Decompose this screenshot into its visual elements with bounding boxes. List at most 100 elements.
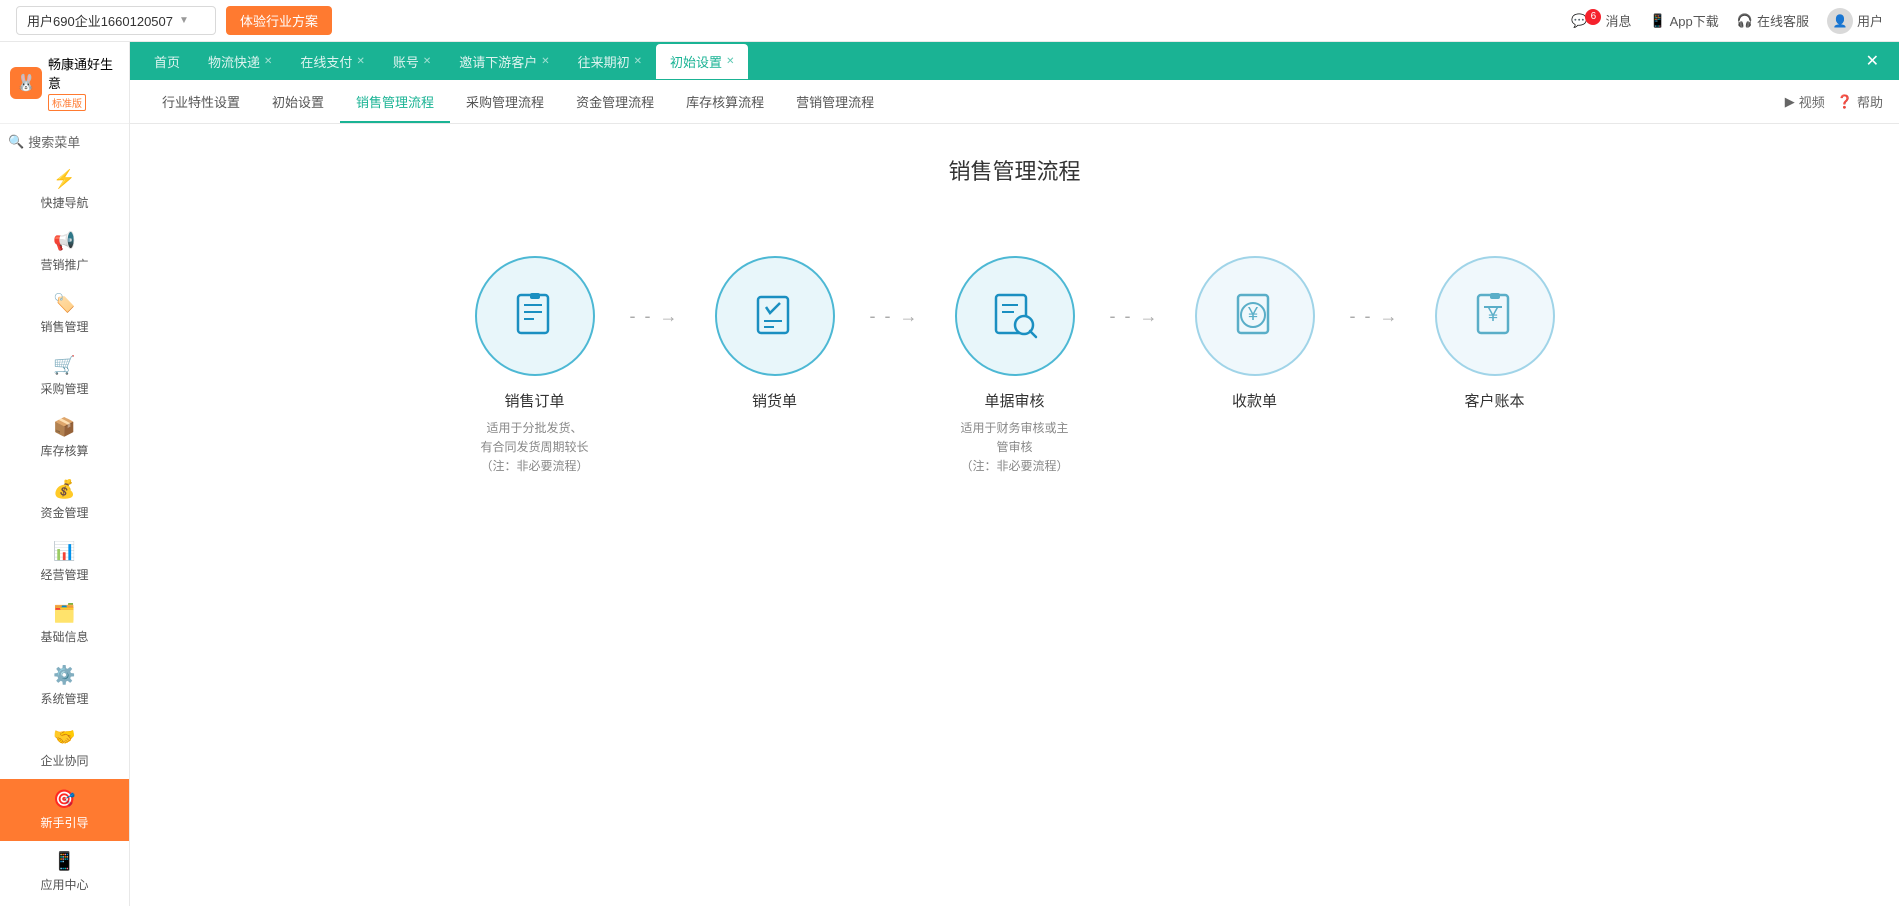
- nav-tab-period[interactable]: 往来期初 ✕: [564, 44, 656, 79]
- flow-circle-receipt: ¥: [1195, 256, 1315, 376]
- sidebar-item-icon-inventory: 📦: [53, 417, 75, 438]
- nav-tab-home[interactable]: 首页: [140, 44, 194, 79]
- user-label: 用户: [1857, 11, 1883, 30]
- sidebar-item-finance[interactable]: 💰 资金管理: [0, 469, 129, 531]
- flow-desc1-audit: 适用于财务审核或主: [960, 419, 1068, 438]
- flow-chart: 销售订单 适用于分批发货、有合同发货周期较长（注：非必要流程） - - → 销货…: [150, 236, 1879, 497]
- flow-arrow-4: - - →: [1345, 256, 1405, 327]
- nav-tab-label-home: 首页: [154, 52, 180, 71]
- avatar: 👤: [1827, 8, 1853, 34]
- sub-tab-industry-settings[interactable]: 行业特性设置: [146, 82, 256, 123]
- logo-text-block: 畅康通好生意 标准版: [48, 54, 119, 111]
- sidebar-item-label-operations: 经营管理: [40, 566, 88, 583]
- sidebar-item-enterprise[interactable]: 🤝 企业协同: [0, 717, 129, 779]
- sub-tab-purchase-flow[interactable]: 采购管理流程: [450, 82, 560, 123]
- flow-desc3-sales-order: （注：非必要流程）: [480, 457, 588, 476]
- logo-badge: 标准版: [48, 94, 86, 111]
- sub-tab-marketing-flow[interactable]: 营销管理流程: [780, 82, 890, 123]
- sidebar-item-label-enterprise: 企业协同: [40, 752, 88, 769]
- main-layout: 🐰 畅康通好生意 标准版 🔍 搜索菜单 ⚡ 快捷导航 📢 营销推广 🏷️ 销售管…: [0, 42, 1899, 906]
- sidebar-item-icon-system: ⚙️: [53, 665, 75, 686]
- flow-circle-audit: [955, 256, 1075, 376]
- customer-service-item[interactable]: 🎧 在线客服: [1737, 11, 1809, 30]
- sidebar-item-inventory[interactable]: 📦 库存核算: [0, 407, 129, 469]
- sidebar-item-sales[interactable]: 🏷️ 销售管理: [0, 283, 129, 345]
- sidebar-item-marketing[interactable]: 📢 营销推广: [0, 221, 129, 283]
- app-label: App下载: [1670, 11, 1719, 30]
- flow-arrow-1: - - →: [625, 256, 685, 327]
- sub-tab-inventory-flow[interactable]: 库存核算流程: [670, 82, 780, 123]
- sidebar-item-label-system: 系统管理: [40, 690, 88, 707]
- help-icon: ❓: [1837, 94, 1853, 110]
- flow-circle-customer-ledger: ¥: [1435, 256, 1555, 376]
- flow-item-delivery[interactable]: 销货单: [685, 256, 865, 419]
- close-tab-icon-period[interactable]: ✕: [634, 56, 642, 67]
- close-tab-icon-payment[interactable]: ✕: [356, 56, 364, 67]
- help-link[interactable]: ❓ 帮助: [1837, 92, 1883, 111]
- sidebar-search[interactable]: 🔍 搜索菜单: [0, 124, 129, 159]
- flow-item-audit[interactable]: 单据审核 适用于财务审核或主管审核（注：非必要流程）: [925, 256, 1105, 477]
- flow-title-customer-ledger: 客户账本: [1464, 390, 1524, 411]
- close-tab-icon-invite[interactable]: ✕: [541, 56, 549, 67]
- sidebar-item-app-center[interactable]: 📱 应用中心: [0, 841, 129, 903]
- flow-circle-sales-order: [475, 256, 595, 376]
- message-item[interactable]: 💬 6 消息: [1571, 11, 1631, 30]
- video-label: 视频: [1799, 92, 1825, 111]
- headset-icon: 🎧: [1737, 13, 1753, 29]
- user-selector[interactable]: 用户690企业1660120507 ▼: [16, 6, 216, 35]
- flow-desc1-sales-order: 适用于分批发货、: [480, 419, 588, 438]
- nav-tab-logistics[interactable]: 物流快递 ✕: [194, 44, 286, 79]
- flow-desc2-sales-order: 有合同发货周期较长: [480, 438, 588, 457]
- sidebar-item-guide[interactable]: 🎯 新手引导: [0, 779, 129, 841]
- sidebar-item-label-sales: 销售管理: [40, 318, 88, 335]
- close-tab-icon-initial-setup[interactable]: ✕: [726, 56, 734, 67]
- service-label: 在线客服: [1757, 11, 1809, 30]
- flow-desc2-audit: 管审核: [960, 438, 1068, 457]
- arrow-icon-1: - - →: [630, 306, 680, 327]
- sidebar-item-icon-finance: 💰: [53, 479, 75, 500]
- sidebar-item-basic-info[interactable]: 🗂️ 基础信息: [0, 593, 129, 655]
- flow-item-customer-ledger[interactable]: ¥ 客户账本: [1405, 256, 1585, 419]
- nav-tab-initial-setup[interactable]: 初始设置 ✕: [656, 44, 748, 79]
- sidebar-item-operations[interactable]: 📊 经营管理: [0, 531, 129, 593]
- flow-title-audit: 单据审核: [984, 390, 1044, 411]
- top-bar-left: 用户690企业1660120507 ▼ 体验行业方案: [16, 6, 332, 35]
- sidebar-item-purchase[interactable]: 🛒 采购管理: [0, 345, 129, 407]
- nav-tabs-list: 首页物流快递 ✕在线支付 ✕账号 ✕邀请下游客户 ✕往来期初 ✕初始设置 ✕: [140, 44, 748, 79]
- content-area: 首页物流快递 ✕在线支付 ✕账号 ✕邀请下游客户 ✕往来期初 ✕初始设置 ✕ ✕…: [130, 42, 1899, 906]
- sidebar-item-label-guide: 新手引导: [40, 814, 88, 831]
- sub-tab-finance-flow[interactable]: 资金管理流程: [560, 82, 670, 123]
- nav-tab-label-logistics: 物流快递: [208, 52, 260, 71]
- sidebar-item-icon-operations: 📊: [53, 541, 75, 562]
- flow-item-receipt[interactable]: ¥ 收款单: [1165, 256, 1345, 419]
- app-download-item[interactable]: 📱 App下载: [1649, 11, 1718, 30]
- sub-tab-initial-settings[interactable]: 初始设置: [256, 82, 340, 123]
- close-tab-icon-account[interactable]: ✕: [423, 56, 431, 67]
- trial-button[interactable]: 体验行业方案: [226, 6, 332, 35]
- sidebar-item-icon-quick-nav: ⚡: [53, 169, 75, 190]
- sub-tab-sales-flow[interactable]: 销售管理流程: [340, 82, 450, 123]
- search-label: 搜索菜单: [28, 132, 80, 151]
- nav-tab-label-invite: 邀请下游客户: [459, 52, 537, 71]
- close-tab-icon-logistics[interactable]: ✕: [264, 56, 272, 67]
- nav-tab-label-period: 往来期初: [578, 52, 630, 71]
- nav-tab-invite[interactable]: 邀请下游客户 ✕: [445, 44, 563, 79]
- flow-title-delivery: 销货单: [752, 390, 797, 411]
- video-link[interactable]: ▶ 视频: [1785, 92, 1825, 111]
- logo-name: 畅康通好生意: [48, 54, 119, 92]
- close-all-icon[interactable]: ✕: [1856, 47, 1889, 75]
- flow-item-sales-order[interactable]: 销售订单 适用于分批发货、有合同发货周期较长（注：非必要流程）: [445, 256, 625, 477]
- sidebar-item-label-basic-info: 基础信息: [40, 628, 88, 645]
- sidebar-item-label-purchase: 采购管理: [40, 380, 88, 397]
- video-icon: ▶: [1785, 94, 1795, 110]
- nav-tab-account[interactable]: 账号 ✕: [379, 44, 445, 79]
- sidebar-item-quick-nav[interactable]: ⚡ 快捷导航: [0, 159, 129, 221]
- sidebar-logo: 🐰 畅康通好生意 标准版: [0, 42, 129, 124]
- sidebar: 🐰 畅康通好生意 标准版 🔍 搜索菜单 ⚡ 快捷导航 📢 营销推广 🏷️ 销售管…: [0, 42, 130, 906]
- message-badge: 6: [1585, 9, 1601, 25]
- flow-arrow-3: - - →: [1105, 256, 1165, 327]
- nav-tab-payment[interactable]: 在线支付 ✕: [286, 44, 378, 79]
- app-icon: 📱: [1649, 13, 1665, 29]
- user-profile-item[interactable]: 👤 用户: [1827, 8, 1883, 34]
- sidebar-item-system[interactable]: ⚙️ 系统管理: [0, 655, 129, 717]
